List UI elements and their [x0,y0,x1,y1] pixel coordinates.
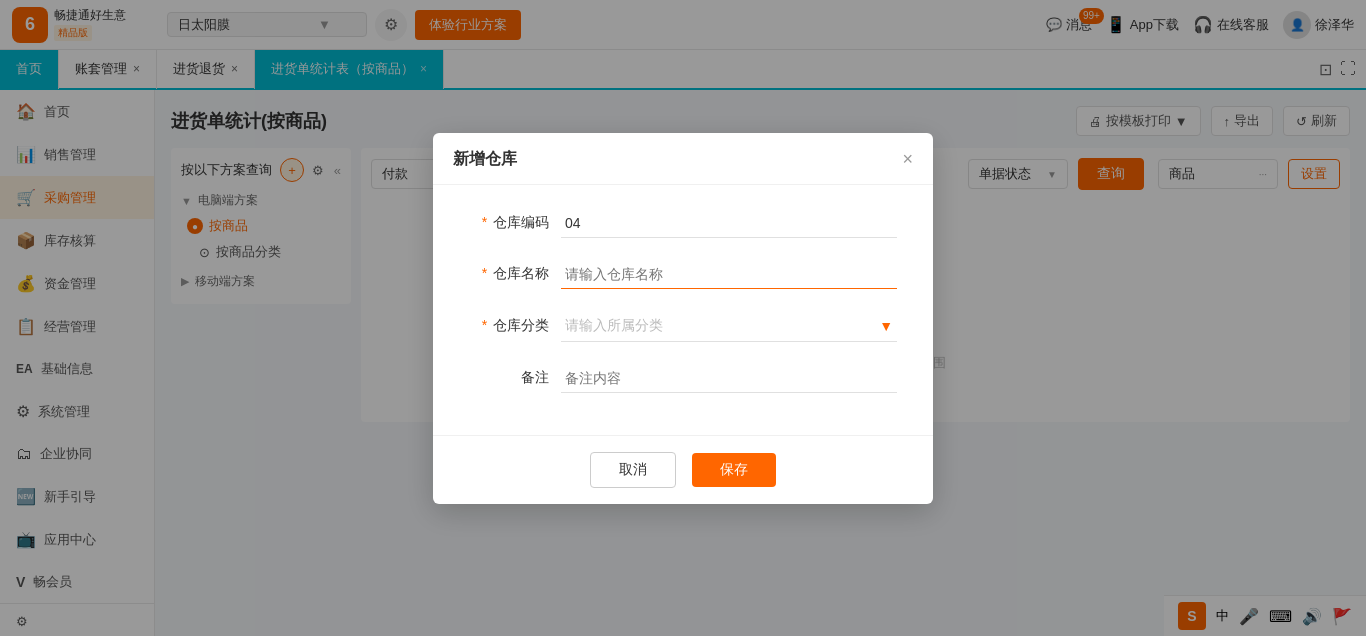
modal-footer: 取消 保存 [433,435,933,504]
code-input[interactable] [561,209,897,238]
note-label: 备注 [469,369,549,387]
modal-close-button[interactable]: × [902,149,913,170]
category-label: * 仓库分类 [469,317,549,335]
code-label: * 仓库编码 [469,214,549,232]
modal-overlay: 新增仓库 × * 仓库编码 * 仓库名称 [0,0,1366,636]
modal-header: 新增仓库 × [433,133,933,185]
name-required: * [482,265,487,281]
code-required: * [482,214,487,230]
name-input[interactable] [561,260,897,289]
modal-body: * 仓库编码 * 仓库名称 * 仓库分类 请输入 [433,185,933,435]
save-button[interactable]: 保存 [692,453,776,487]
category-required: * [482,317,487,333]
cancel-button[interactable]: 取消 [590,452,676,488]
form-row-code: * 仓库编码 [469,209,897,238]
note-textarea[interactable] [561,364,897,393]
form-row-name: * 仓库名称 [469,260,897,289]
category-select[interactable]: 请输入所属分类 ▼ [561,311,897,342]
modal-title: 新增仓库 [453,149,517,170]
name-label: * 仓库名称 [469,265,549,283]
form-row-note: 备注 [469,364,897,393]
category-arrow: ▼ [879,318,893,334]
category-placeholder: 请输入所属分类 [565,317,663,335]
form-row-category: * 仓库分类 请输入所属分类 ▼ [469,311,897,342]
modal-add-warehouse: 新增仓库 × * 仓库编码 * 仓库名称 [433,133,933,504]
